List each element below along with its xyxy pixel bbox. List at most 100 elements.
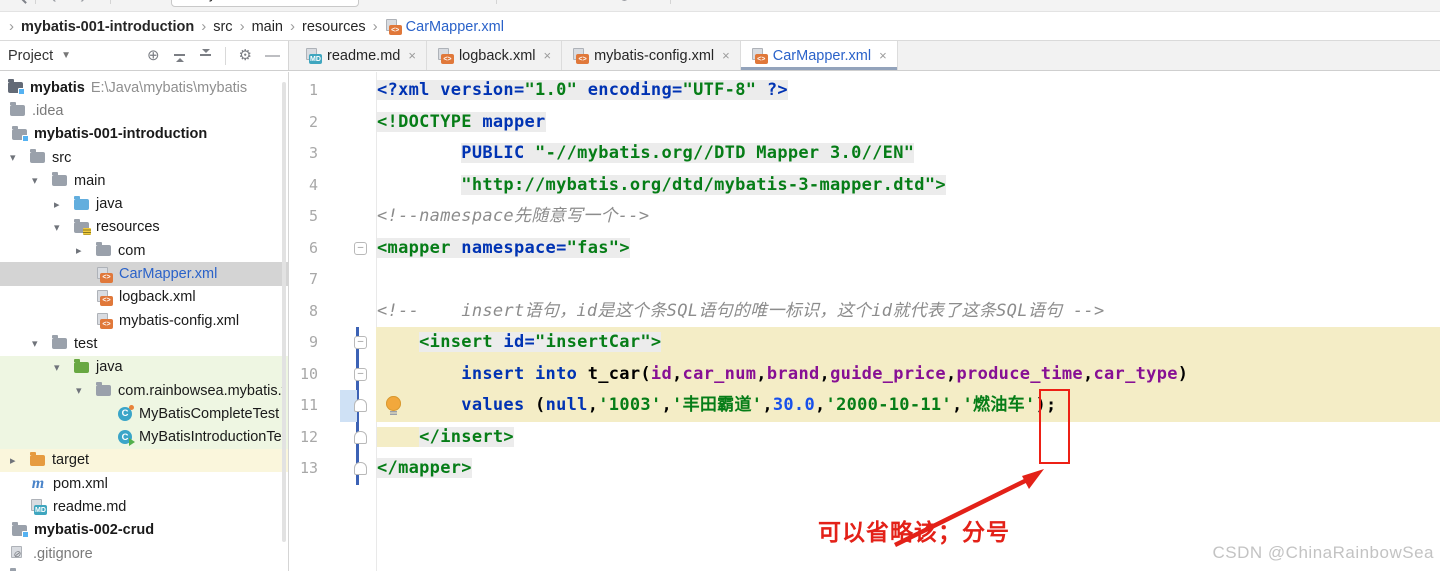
chevron-down-icon[interactable]: ▾ [32, 337, 52, 350]
breadcrumb-item-carmapper-xml[interactable]: <> CarMapper.xml [385, 19, 504, 35]
tree-item-pom-xml[interactable]: m pom.xml [0, 472, 288, 495]
undo-icon[interactable]: ↶ [644, 0, 656, 3]
tree-item-readme-md[interactable]: MD readme.md [0, 495, 288, 518]
code-token: , [672, 363, 683, 384]
file-badge-icon: <> [100, 272, 113, 283]
fold-collapse-icon[interactable]: – [354, 367, 367, 381]
translate-icon[interactable]: A [685, 0, 695, 2]
breadcrumb-item-main[interactable]: main [252, 19, 283, 35]
folder-icon [52, 335, 67, 350]
locate-file-icon[interactable]: ⊕ [147, 48, 160, 63]
code-line-4[interactable]: "http://mybatis.org/dtd/mybatis-3-mapper… [376, 170, 1440, 202]
code-line-7[interactable] [376, 264, 1440, 296]
close-icon[interactable]: × [879, 48, 887, 63]
intention-bulb-icon[interactable] [386, 396, 401, 416]
tree-item-mybatisintroductionte[interactable]: C MyBatisIntroductionTe [0, 425, 288, 449]
tab-label: CarMapper.xml [772, 47, 872, 64]
tree-item-mybatis[interactable]: mybatis E:\Java\mybatis\mybatis [0, 76, 288, 99]
code-line-10[interactable]: insert into t_car(id,car_num,brand,guide… [376, 358, 1440, 390]
line-number: 1 [308, 81, 318, 99]
folder-icon [10, 102, 25, 117]
tab-carmapper-xml[interactable]: <> CarMapper.xml × [740, 41, 898, 70]
tree-item-label: MyBatisIntroductionTe [139, 429, 282, 446]
tree-item-logback-xml[interactable]: <> logback.xml [0, 286, 288, 309]
chevron-down-icon[interactable]: ▾ [76, 384, 96, 397]
tree-item-mybatis-config-xml[interactable]: <> mybatis-config.xml [0, 309, 288, 332]
chevron-down-icon[interactable]: ▾ [10, 151, 30, 164]
git-update-icon[interactable]: ↓ [546, 0, 553, 2]
hide-panel-icon[interactable]: — [265, 48, 280, 63]
ide-window: MybatisIntroductionTest ▼ Git: ↓ ✓ ↯ ◷ ↶… [0, 0, 1440, 571]
code-line-6[interactable]: <mapper namespace="fas"> [376, 233, 1440, 265]
forward-icon[interactable] [80, 0, 96, 2]
code-editor[interactable]: CSDN @ChinaRainbowSea 1 <?xml version="1.… [290, 72, 1440, 571]
tree-item-idea[interactable]: .idea [0, 99, 288, 122]
code-line-13[interactable]: </mapper> [376, 453, 1440, 485]
chevron-down-icon[interactable]: ▾ [54, 221, 74, 234]
tree-item-com[interactable]: ▸ com [0, 239, 288, 262]
tree-item-test[interactable]: ▾ test [0, 332, 288, 355]
chevron-right-icon[interactable]: ▸ [54, 198, 74, 211]
fold-end-icon[interactable] [354, 399, 367, 412]
expand-all-icon[interactable] [173, 49, 186, 62]
tab-readme-md[interactable]: MD readme.md × [295, 41, 427, 70]
close-icon[interactable]: × [408, 48, 416, 63]
tree-item-mybatiscompletetest[interactable]: C MyBatisCompleteTest [0, 402, 288, 426]
close-icon[interactable]: × [722, 48, 730, 63]
back-icon[interactable] [50, 0, 66, 2]
chevron-down-icon[interactable]: ▼ [61, 50, 71, 61]
tree-item-label: .gitignore [33, 545, 93, 562]
history-icon[interactable]: ◷ [618, 0, 630, 3]
code-line-8[interactable]: <!-- insert语句，id是这个条SQL语句的唯一标识，这个id就代表了这… [376, 296, 1440, 328]
breadcrumb-label: mybatis-001-introduction [21, 18, 195, 35]
tree-scrollbar[interactable] [282, 82, 286, 542]
code-line-2[interactable]: <!DOCTYPE mapper [376, 107, 1440, 139]
breadcrumb-item-src[interactable]: src [213, 19, 232, 35]
code-line-12[interactable]: </insert> [376, 422, 1440, 454]
tree-item-mybatis-001-introduction[interactable]: mybatis-001-introduction [0, 123, 288, 146]
code-token: > [619, 237, 630, 258]
tree-item-main[interactable]: ▾ main [0, 169, 288, 192]
tree-item-src[interactable]: ▾ src [0, 146, 288, 169]
code-line-5[interactable]: <!--namespace先随意写一个--> [376, 201, 1440, 233]
module-badge-icon [22, 530, 29, 538]
chevron-down-icon[interactable]: ▾ [32, 174, 52, 187]
tree-item-target[interactable]: ▸ target [0, 448, 288, 473]
code-line-1[interactable]: <?xml version="1.0" encoding="UTF-8" ?> [376, 75, 1440, 107]
tree-item-resources[interactable]: ▾ resources [0, 216, 288, 239]
gear-icon[interactable]: ⚙ [239, 48, 252, 63]
fold-end-icon[interactable] [354, 430, 367, 444]
tree-item-item[interactable] [0, 565, 288, 571]
breadcrumb-label: resources [302, 18, 366, 35]
tree-item-gitignore[interactable]: ⊘ .gitignore [0, 542, 288, 565]
project-panel-title[interactable]: Project [8, 48, 53, 64]
tree-item-java[interactable]: ▾ java [0, 355, 288, 379]
chevron-down-icon[interactable]: ▾ [54, 361, 74, 374]
fold-collapse-icon[interactable]: – [354, 241, 367, 255]
code-line-3[interactable]: PUBLIC "-//mybatis.org//DTD Mapper 3.0//… [376, 138, 1440, 170]
fold-collapse-icon[interactable]: – [354, 336, 367, 349]
folder-icon [96, 382, 111, 396]
main-toolbar: MybatisIntroductionTest ▼ Git: ↓ ✓ ↯ ◷ ↶… [0, 0, 1440, 12]
line-number: 12 [299, 427, 318, 446]
run-configuration-select[interactable]: MybatisIntroductionTest ▼ [171, 0, 360, 7]
breadcrumb-item-mybatis-001-introduction[interactable]: mybatis-001-introduction [21, 19, 194, 35]
tab-logback-xml[interactable]: <> logback.xml × [426, 41, 563, 70]
code-line-11[interactable]: values (null,'1003','丰田霸道',30.0,'2000-10… [376, 390, 1440, 548]
code-token: , [762, 395, 773, 415]
code-line-9[interactable]: <insert id="insertCar"> [376, 327, 1440, 359]
tree-item-mybatis-002-crud[interactable]: mybatis-002-crud [0, 519, 288, 542]
tab-mybatis-config-xml[interactable]: <> mybatis-config.xml × [562, 41, 741, 70]
chevron-right-icon[interactable]: ▸ [76, 244, 96, 257]
git-commit-icon[interactable]: ✓ [567, 0, 579, 3]
tree-item-carmapper-xml[interactable]: <> CarMapper.xml [0, 262, 288, 286]
breadcrumb-item-resources[interactable]: resources [302, 19, 366, 35]
fold-end-icon[interactable] [354, 462, 367, 475]
folder-icon [30, 149, 45, 164]
close-icon[interactable]: × [544, 48, 552, 63]
chevron-right-icon[interactable]: ▸ [10, 454, 30, 467]
tree-item-com-rainbowsea-mybatis-t[interactable]: ▾ com.rainbowsea.mybatis.t [0, 378, 288, 403]
tree-item-java[interactable]: ▸ java [0, 192, 288, 215]
collapse-all-icon[interactable] [199, 49, 212, 62]
quick-actions-icon[interactable]: ↯ [592, 0, 604, 3]
